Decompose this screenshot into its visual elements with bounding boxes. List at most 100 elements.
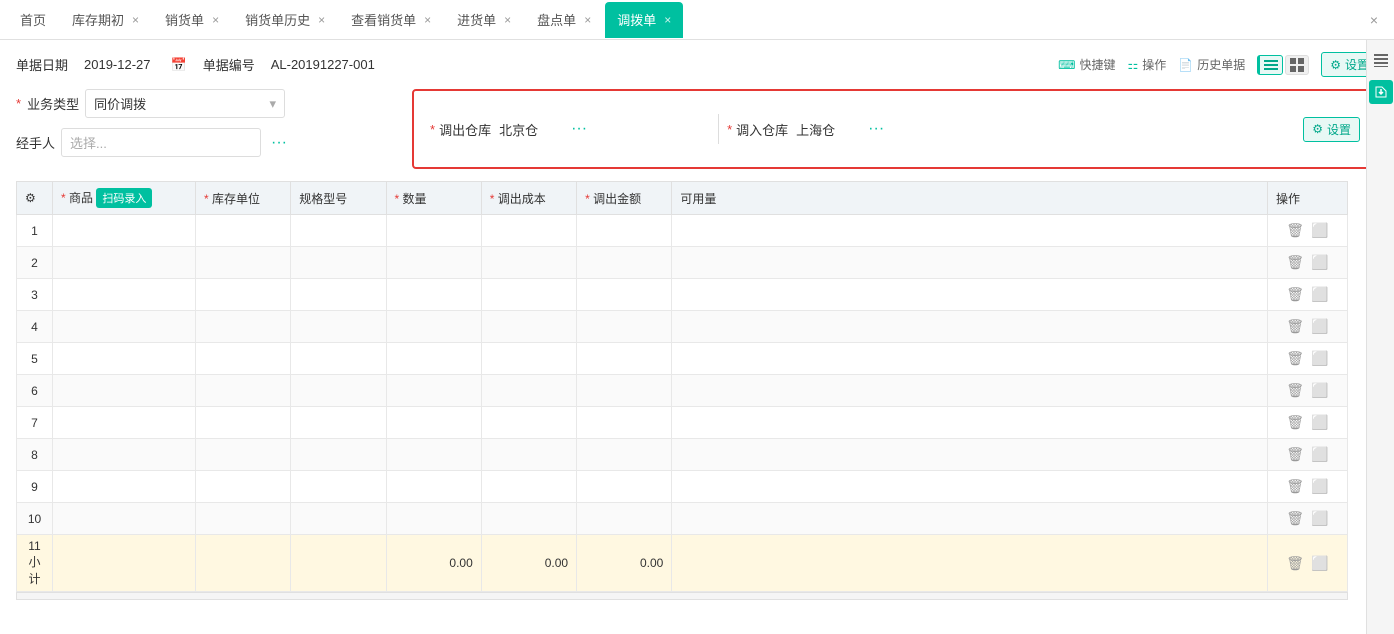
table-row-available-3[interactable] (672, 279, 1268, 311)
delete-icon-7[interactable]: 🗑 (1284, 412, 1306, 432)
table-row-spec-6[interactable] (291, 375, 386, 407)
table-row-amount-8[interactable] (577, 439, 672, 471)
table-row-available-8[interactable] (672, 439, 1268, 471)
tab-stock-init[interactable]: 库存期初 × (60, 2, 151, 38)
th-settings[interactable]: ⚙ (17, 182, 53, 215)
table-row-spec-5[interactable] (291, 343, 386, 375)
history-btn[interactable]: 📄 历史单据 (1178, 56, 1245, 73)
delete-icon-9[interactable]: 🗑 (1284, 476, 1306, 496)
table-row-amount-6[interactable] (577, 375, 672, 407)
delete-icon-2[interactable]: 🗑 (1284, 252, 1306, 272)
table-row-spec-9[interactable] (291, 471, 386, 503)
table-row-qty-1[interactable] (386, 215, 481, 247)
sidebar-export-icon-btn[interactable] (1369, 80, 1393, 104)
copy-icon-6[interactable]: ⬜ (1309, 380, 1330, 400)
table-row-product-1[interactable] (53, 215, 196, 247)
table-row-amount-9[interactable] (577, 471, 672, 503)
table-row-qty-10[interactable] (386, 503, 481, 535)
table-row-amount-7[interactable] (577, 407, 672, 439)
table-row-cost-6[interactable] (481, 375, 576, 407)
copy-icon-9[interactable]: ⬜ (1309, 476, 1330, 496)
delete-icon-3[interactable]: 🗑 (1284, 284, 1306, 304)
table-row-qty-6[interactable] (386, 375, 481, 407)
business-type-select[interactable]: 同价调拨 ▾ (85, 89, 285, 118)
tab-transfer[interactable]: 调拨单 × (605, 2, 683, 38)
copy-icon-1[interactable]: ⬜ (1309, 220, 1330, 240)
table-row-qty-8[interactable] (386, 439, 481, 471)
handler-select[interactable]: 选择... (61, 128, 261, 157)
table-row-unit-1[interactable] (195, 215, 290, 247)
table-row-product-2[interactable] (53, 247, 196, 279)
table-row-unit-11[interactable] (195, 535, 290, 592)
tab-stock-init-close[interactable]: × (132, 13, 139, 27)
table-row-qty-3[interactable] (386, 279, 481, 311)
table-row-unit-9[interactable] (195, 471, 290, 503)
warehouse-out-value[interactable]: 北京仓 (499, 120, 559, 139)
table-row-spec-8[interactable] (291, 439, 386, 471)
tab-purchase[interactable]: 进货单 × (445, 2, 523, 38)
warehouse-in-value[interactable]: 上海仓 (796, 120, 856, 139)
tab-sales[interactable]: 销货单 × (153, 2, 231, 38)
table-row-qty-2[interactable] (386, 247, 481, 279)
tab-transfer-close[interactable]: × (664, 13, 671, 27)
table-row-qty-7[interactable] (386, 407, 481, 439)
table-row-amount-5[interactable] (577, 343, 672, 375)
table-row-product-6[interactable] (53, 375, 196, 407)
delete-icon-5[interactable]: 🗑 (1284, 348, 1306, 368)
table-row-unit-5[interactable] (195, 343, 290, 375)
sidebar-list-icon-btn[interactable] (1369, 48, 1393, 72)
table-row-amount-4[interactable] (577, 311, 672, 343)
table-row-unit-2[interactable] (195, 247, 290, 279)
table-row-unit-3[interactable] (195, 279, 290, 311)
warehouse-out-more-icon[interactable]: ··· (571, 120, 587, 138)
table-row-unit-8[interactable] (195, 439, 290, 471)
calendar-icon[interactable]: 📅 (171, 57, 187, 73)
table-row-amount-10[interactable] (577, 503, 672, 535)
table-row-spec-10[interactable] (291, 503, 386, 535)
table-row-available-9[interactable] (672, 471, 1268, 503)
table-row-available-11[interactable] (672, 535, 1268, 592)
table-row-amount-3[interactable] (577, 279, 672, 311)
table-row-cost-9[interactable] (481, 471, 576, 503)
table-row-available-10[interactable] (672, 503, 1268, 535)
tab-sales-history[interactable]: 销货单历史 × (233, 2, 337, 38)
table-row-unit-10[interactable] (195, 503, 290, 535)
table-row-product-10[interactable] (53, 503, 196, 535)
table-row-product-9[interactable] (53, 471, 196, 503)
handler-more-icon[interactable]: ··· (271, 134, 287, 152)
delete-icon-6[interactable]: 🗑 (1284, 380, 1306, 400)
table-row-cost-4[interactable] (481, 311, 576, 343)
table-row-available-6[interactable] (672, 375, 1268, 407)
tab-home[interactable]: 首页 (8, 2, 58, 38)
scroll-bar[interactable] (16, 592, 1348, 600)
copy-icon-5[interactable]: ⬜ (1309, 348, 1330, 368)
tab-inventory-close[interactable]: × (584, 13, 591, 27)
table-row-cost-8[interactable] (481, 439, 576, 471)
table-row-qty-9[interactable] (386, 471, 481, 503)
table-row-cost-10[interactable] (481, 503, 576, 535)
warehouse-in-more-icon[interactable]: ··· (868, 120, 884, 138)
table-row-spec-7[interactable] (291, 407, 386, 439)
table-row-cost-7[interactable] (481, 407, 576, 439)
table-row-spec-4[interactable] (291, 311, 386, 343)
tab-sales-close[interactable]: × (212, 13, 219, 27)
copy-icon-2[interactable]: ⬜ (1309, 252, 1330, 272)
copy-icon-3[interactable]: ⬜ (1309, 284, 1330, 304)
table-row-available-2[interactable] (672, 247, 1268, 279)
copy-icon-10[interactable]: ⬜ (1309, 508, 1330, 528)
table-row-product-4[interactable] (53, 311, 196, 343)
table-row-spec-1[interactable] (291, 215, 386, 247)
table-row-qty-4[interactable] (386, 311, 481, 343)
copy-icon-11[interactable]: ⬜ (1309, 553, 1330, 573)
warehouse-settings-btn[interactable]: ⚙ 设置 (1303, 117, 1360, 142)
table-row-cost-5[interactable] (481, 343, 576, 375)
table-row-spec-3[interactable] (291, 279, 386, 311)
delete-icon-8[interactable]: 🗑 (1284, 444, 1306, 464)
table-row-cost-2[interactable] (481, 247, 576, 279)
table-row-available-4[interactable] (672, 311, 1268, 343)
table-row-available-5[interactable] (672, 343, 1268, 375)
table-row-cost-3[interactable] (481, 279, 576, 311)
table-row-cost-1[interactable] (481, 215, 576, 247)
table-row-product-8[interactable] (53, 439, 196, 471)
table-row-available-7[interactable] (672, 407, 1268, 439)
